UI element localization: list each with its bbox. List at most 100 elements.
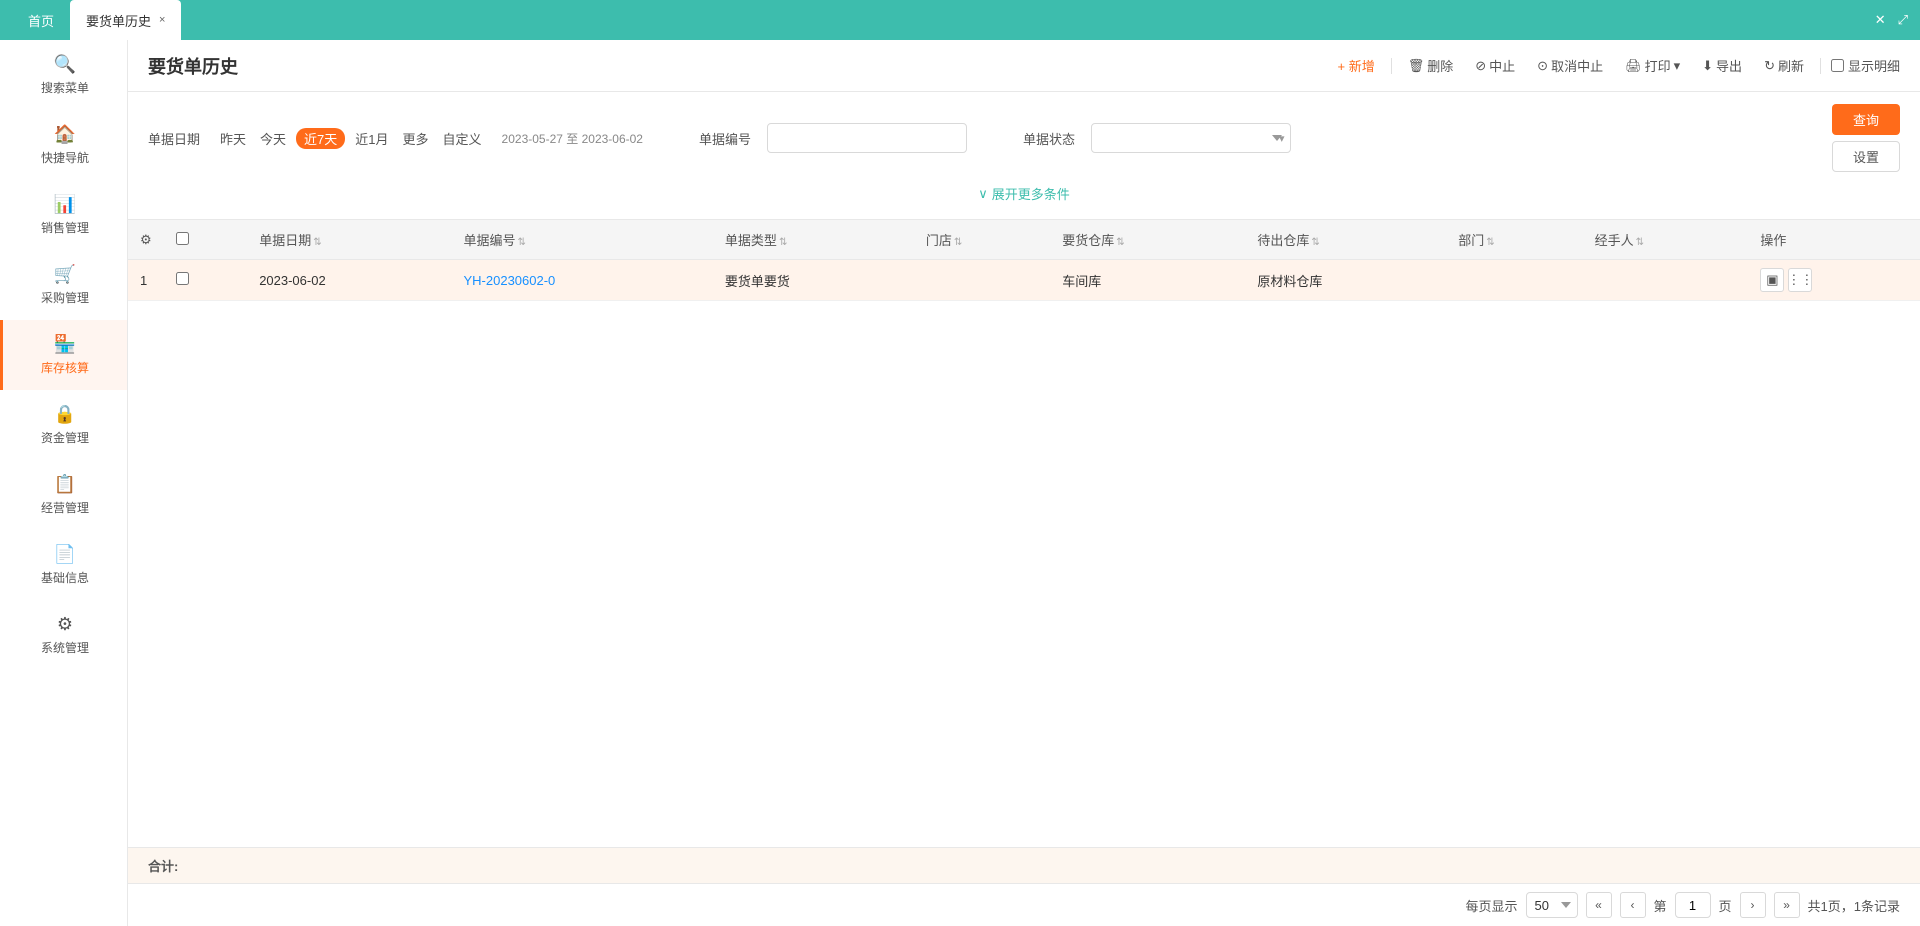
gear-icon: ⚙ bbox=[57, 614, 73, 635]
sort-icon: ⇅ bbox=[518, 237, 526, 248]
export-icon: ⬇ bbox=[1702, 58, 1713, 74]
last-page-button[interactable]: » bbox=[1774, 892, 1800, 918]
col-req-warehouse[interactable]: 要货仓库⇅ bbox=[1050, 220, 1245, 260]
col-dept[interactable]: 部门⇅ bbox=[1446, 220, 1582, 260]
select-all-checkbox[interactable] bbox=[176, 232, 189, 245]
sidebar-item-basic-info[interactable]: 📄 基础信息 bbox=[0, 530, 127, 600]
filter-bar: 单据日期 昨天 今天 近7天 近1月 更多 自定义 2023-05-27 至 2… bbox=[128, 92, 1920, 220]
data-table: ⚙ 单据日期⇅ 单据编号⇅ 单据类型⇅ 门店⇅ 要货仓库⇅ 待出仓库⇅ 部门⇅ … bbox=[128, 220, 1920, 301]
sidebar-item-label: 搜索菜单 bbox=[41, 79, 89, 96]
row-view-button[interactable]: ▣ bbox=[1760, 268, 1784, 292]
sidebar-item-label: 基础信息 bbox=[41, 569, 89, 586]
col-out-warehouse[interactable]: 待出仓库⇅ bbox=[1245, 220, 1446, 260]
col-settings[interactable]: ⚙ bbox=[128, 220, 164, 260]
page-label: 第 bbox=[1654, 896, 1667, 915]
sort-icon: ⇅ bbox=[954, 237, 962, 248]
refresh-button[interactable]: ↻ 刷新 bbox=[1758, 52, 1810, 79]
prev-page-button[interactable]: ‹ bbox=[1620, 892, 1646, 918]
display-detail-checkbox[interactable] bbox=[1831, 59, 1844, 72]
print-button[interactable]: 🖨 打印 ▾ bbox=[1619, 52, 1686, 79]
bill-status-select[interactable] bbox=[1091, 123, 1291, 153]
sidebar-item-quick-nav[interactable]: 🏠 快捷导航 bbox=[0, 110, 127, 180]
bill-no-link[interactable]: YH-20230602-0 bbox=[464, 273, 556, 288]
sort-icon: ⇅ bbox=[313, 237, 321, 248]
new-button[interactable]: + 新增 bbox=[1331, 52, 1380, 79]
setting-button[interactable]: 设置 bbox=[1832, 141, 1900, 172]
display-detail-label[interactable]: 显示明细 bbox=[1831, 56, 1900, 75]
fullscreen-icon[interactable]: ⤢ bbox=[1898, 12, 1908, 28]
stop-button[interactable]: ⊘ 中止 bbox=[1469, 52, 1521, 79]
sidebar-item-operations[interactable]: 📋 经营管理 bbox=[0, 460, 127, 530]
cancel-stop-icon: ⊙ bbox=[1537, 58, 1548, 74]
sort-icon: ⇅ bbox=[1116, 237, 1124, 248]
delete-button[interactable]: 🗑 删除 bbox=[1402, 52, 1460, 79]
row-index: 1 bbox=[128, 260, 164, 301]
date-custom[interactable]: 自定义 bbox=[439, 128, 486, 149]
row-out-warehouse: 原材料仓库 bbox=[1245, 260, 1446, 301]
row-select-checkbox[interactable] bbox=[176, 272, 189, 285]
row-req-warehouse: 车间库 bbox=[1050, 260, 1245, 301]
cancel-stop-button[interactable]: ⊙ 取消中止 bbox=[1531, 52, 1609, 79]
col-checkbox bbox=[164, 220, 248, 260]
divider2 bbox=[1820, 58, 1821, 74]
col-bill-type[interactable]: 单据类型⇅ bbox=[713, 220, 914, 260]
chevron-down-icon: ∨ bbox=[978, 186, 988, 202]
col-handler[interactable]: 经手人⇅ bbox=[1583, 220, 1749, 260]
date-last7days[interactable]: 近7天 bbox=[296, 128, 345, 149]
col-ops: 操作 bbox=[1748, 220, 1920, 260]
sidebar-item-label: 系统管理 bbox=[41, 639, 89, 656]
close-tab-button[interactable]: × bbox=[159, 14, 165, 26]
sidebar-item-sales[interactable]: 📊 销售管理 bbox=[0, 180, 127, 250]
next-page-button[interactable]: › bbox=[1740, 892, 1766, 918]
date-more[interactable]: 更多 bbox=[399, 128, 433, 149]
sort-icon: ⇅ bbox=[779, 237, 787, 248]
row-bill-type: 要货单要货 bbox=[713, 260, 914, 301]
main-layout: 🔍 搜索菜单 🏠 快捷导航 📊 销售管理 🛒 采购管理 🏪 库存核算 🔒 资金管… bbox=[0, 40, 1920, 926]
refresh-icon: ↻ bbox=[1764, 58, 1775, 74]
row-checkbox bbox=[164, 260, 248, 301]
row-ops: ▣ ⋮⋮ bbox=[1748, 260, 1920, 301]
cart-icon: 🛒 bbox=[54, 264, 76, 285]
date-range-display: 2023-05-27 至 2023-06-02 bbox=[502, 130, 643, 147]
sidebar-item-purchase[interactable]: 🛒 采购管理 bbox=[0, 250, 127, 320]
tab-home[interactable]: 首页 bbox=[12, 0, 70, 40]
sidebar-item-inventory[interactable]: 🏪 库存核算 bbox=[0, 320, 127, 390]
sidebar-item-label: 经营管理 bbox=[41, 499, 89, 516]
filter-row-1: 单据日期 昨天 今天 近7天 近1月 更多 自定义 2023-05-27 至 2… bbox=[148, 104, 1900, 172]
bill-no-input[interactable] bbox=[767, 123, 967, 153]
stop-icon: ⊘ bbox=[1475, 58, 1486, 74]
expand-more-conditions[interactable]: ∨ 展开更多条件 bbox=[148, 180, 1900, 207]
row-more-button[interactable]: ⋮⋮ bbox=[1788, 268, 1812, 292]
search-icon: 🔍 bbox=[54, 54, 76, 75]
row-store bbox=[914, 260, 1050, 301]
chart-icon: 📊 bbox=[54, 194, 76, 215]
sidebar-item-label: 资金管理 bbox=[41, 429, 89, 446]
close-window-icon[interactable]: ✕ bbox=[1875, 12, 1886, 28]
page-header: 要货单历史 + 新增 🗑 删除 ⊘ 中止 ⊙ 取消中止 🖨 打 bbox=[128, 40, 1920, 92]
export-button[interactable]: ⬇ 导出 bbox=[1696, 52, 1748, 79]
pagination: 每页显示 20 50 100 « ‹ 第 页 › » 共1页，1条记录 bbox=[128, 883, 1920, 926]
row-bill-no: YH-20230602-0 bbox=[452, 260, 713, 301]
table-body: 1 2023-06-02 YH-20230602-0 要货单要货 车间库 原材料… bbox=[128, 260, 1920, 301]
first-page-button[interactable]: « bbox=[1586, 892, 1612, 918]
date-today[interactable]: 今天 bbox=[256, 128, 290, 149]
page-number-input[interactable] bbox=[1675, 892, 1711, 918]
date-filter-label: 单据日期 bbox=[148, 129, 200, 148]
col-bill-no[interactable]: 单据编号⇅ bbox=[452, 220, 713, 260]
sidebar-item-system[interactable]: ⚙ 系统管理 bbox=[0, 600, 127, 670]
date-yesterday[interactable]: 昨天 bbox=[216, 128, 250, 149]
sidebar-item-search-menu[interactable]: 🔍 搜索菜单 bbox=[0, 40, 127, 110]
date-last-month[interactable]: 近1月 bbox=[351, 128, 392, 149]
page-title: 要货单历史 bbox=[148, 53, 238, 79]
print-dropdown-icon: ▾ bbox=[1674, 58, 1681, 74]
col-bill-date[interactable]: 单据日期⇅ bbox=[247, 220, 451, 260]
per-page-select[interactable]: 20 50 100 bbox=[1526, 892, 1578, 918]
query-button[interactable]: 查询 bbox=[1832, 104, 1900, 135]
tab-requisition-history[interactable]: 要货单历史 × bbox=[70, 0, 181, 40]
clipboard-icon: 📋 bbox=[54, 474, 76, 495]
filter-actions: 查询 设置 bbox=[1832, 104, 1900, 172]
row-handler bbox=[1583, 260, 1749, 301]
sidebar-item-finance[interactable]: 🔒 资金管理 bbox=[0, 390, 127, 460]
col-store[interactable]: 门店⇅ bbox=[914, 220, 1050, 260]
page-info: 共1页，1条记录 bbox=[1808, 896, 1900, 915]
